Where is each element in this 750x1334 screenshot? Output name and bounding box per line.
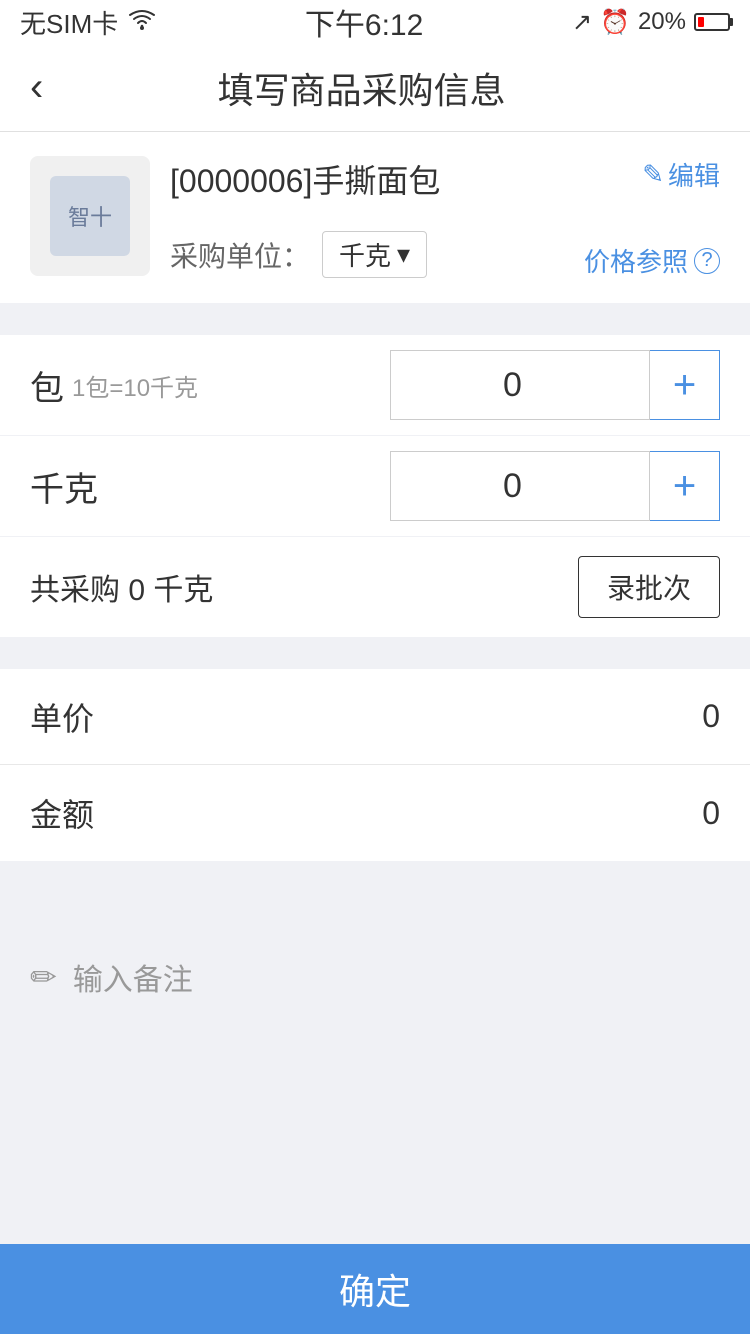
edit-icon: ✎	[642, 159, 664, 190]
back-button[interactable]: ‹	[30, 65, 43, 110]
edit-button[interactable]: ✎ 编辑	[642, 156, 720, 193]
battery-icon	[694, 13, 730, 31]
bao-input-wrap: +	[390, 350, 720, 420]
separator-1	[0, 319, 750, 335]
form-row-bao: 包 1包=10千克 +	[0, 335, 750, 435]
record-batch-button[interactable]: 录批次	[578, 556, 720, 618]
separator-2	[0, 637, 750, 653]
form-section-kg: 千克 +	[0, 436, 750, 536]
status-bar: 无SIM卡 下午6:12 ↗ ⏰ 20%	[0, 0, 750, 44]
amount-row: 金额 0	[0, 765, 750, 861]
battery-percent: 20%	[638, 8, 686, 36]
pencil-icon: ✏	[30, 958, 57, 996]
alarm-icon: ⏰	[600, 8, 630, 37]
form-section-bao: 包 1包=10千克 +	[0, 335, 750, 435]
price-ref-button[interactable]: 价格参照 ?	[584, 242, 720, 279]
kg-label: 千克	[30, 462, 98, 511]
summary-text: 共采购 0 千克	[30, 565, 213, 609]
page-title: 填写商品采购信息	[63, 62, 660, 114]
kg-input-wrap: +	[390, 451, 720, 521]
note-section[interactable]: ✏ 输入备注	[0, 877, 750, 1077]
summary-row: 共采购 0 千克 录批次	[0, 537, 750, 637]
location-icon: ↗	[572, 8, 592, 37]
product-image: 智十	[30, 156, 150, 276]
bao-input[interactable]	[390, 350, 650, 420]
kg-plus-button[interactable]: +	[650, 451, 720, 521]
kg-input[interactable]	[390, 451, 650, 521]
nav-bar: ‹ 填写商品采购信息	[0, 44, 750, 132]
status-left: 无SIM卡	[20, 4, 156, 41]
footer-spacer	[0, 1077, 750, 1167]
price-ref-label: 价格参照	[584, 242, 688, 279]
form-row-kg: 千克 +	[0, 436, 750, 536]
status-right: ↗ ⏰ 20%	[572, 8, 730, 37]
unit-label: 采购单位：	[170, 235, 310, 275]
product-logo: 智十	[50, 176, 130, 256]
unit-value: 千克	[339, 236, 391, 273]
unit-price-row: 单价 0	[0, 669, 750, 765]
edit-label: 编辑	[668, 156, 720, 193]
dropdown-icon: ▾	[397, 239, 410, 270]
bao-sub: 1包=10千克	[72, 368, 198, 403]
product-name: [0000006]手撕面包	[170, 156, 440, 202]
status-time: 下午6:12	[305, 0, 423, 44]
amount-value: 0	[702, 795, 720, 832]
product-info: [0000006]手撕面包 ✎ 编辑 采购单位： 千克 ▾ 价格参照 ?	[170, 156, 720, 279]
price-section: 单价 0 金额 0	[0, 669, 750, 861]
unit-price-value: 0	[702, 698, 720, 735]
bao-label: 包	[30, 361, 64, 410]
unit-price-label: 单价	[30, 694, 94, 740]
unit-select[interactable]: 千克 ▾	[322, 231, 427, 278]
product-card: 智十 [0000006]手撕面包 ✎ 编辑 采购单位： 千克 ▾ 价格参照 ?	[0, 132, 750, 303]
help-icon: ?	[694, 248, 720, 274]
product-unit: 采购单位： 千克 ▾	[170, 231, 427, 278]
amount-label: 金额	[30, 790, 94, 836]
wifi-icon	[128, 7, 156, 38]
note-placeholder: 输入备注	[73, 955, 193, 999]
carrier-text: 无SIM卡	[20, 4, 118, 41]
confirm-button[interactable]: 确定	[0, 1244, 750, 1334]
bao-plus-button[interactable]: +	[650, 350, 720, 420]
